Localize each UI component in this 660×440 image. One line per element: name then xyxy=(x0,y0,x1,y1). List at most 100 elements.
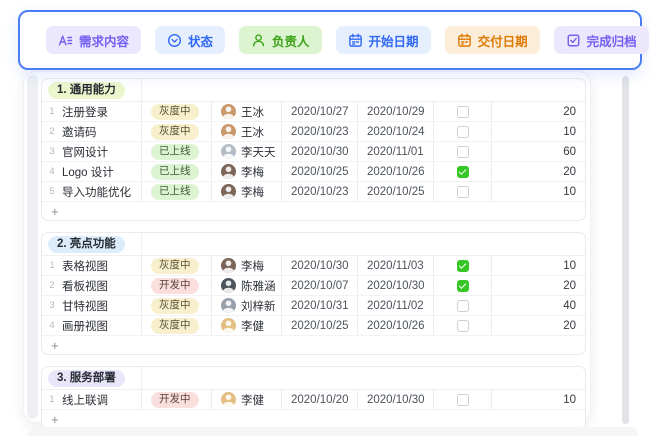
status-cell[interactable]: 灰度中 xyxy=(142,122,212,141)
group-title-pill[interactable]: 2. 亮点功能 xyxy=(48,235,125,253)
group-title-pill[interactable]: 3. 服务部署 xyxy=(48,369,125,387)
requirement-cell[interactable]: 3 官网设计 xyxy=(42,142,142,161)
archive-cell[interactable] xyxy=(434,316,492,335)
status-cell[interactable]: 已上线 xyxy=(142,182,212,201)
archive-checkbox[interactable] xyxy=(456,105,469,118)
end-date-cell[interactable]: 2020/11/01 xyxy=(358,142,434,161)
owner-cell[interactable]: 李健 xyxy=(212,316,282,335)
owner-cell[interactable]: 李梅 xyxy=(212,256,282,275)
days-cell[interactable]: 40 xyxy=(492,296,585,315)
status-cell[interactable]: 灰度中 xyxy=(142,296,212,315)
days-cell[interactable]: 20 xyxy=(492,276,585,295)
vertical-scrollbar[interactable] xyxy=(622,76,629,424)
start-date-cell[interactable]: 2020/10/30 xyxy=(282,142,358,161)
requirement-cell[interactable]: 2 邀请码 xyxy=(42,122,142,141)
days-cell[interactable]: 20 xyxy=(492,162,585,181)
field-chip[interactable]: 负责人 xyxy=(239,26,322,54)
start-date-cell[interactable]: 2020/10/07 xyxy=(282,276,358,295)
archive-cell[interactable] xyxy=(434,182,492,201)
start-date-cell[interactable]: 2020/10/23 xyxy=(282,182,358,201)
requirement-cell[interactable]: 1 表格视图 xyxy=(42,256,142,275)
days-cell[interactable]: 10 xyxy=(492,390,585,409)
requirement-cell[interactable]: 5 导入功能优化 xyxy=(42,182,142,201)
table-row: 4 Logo 设计 已上线 李梅 2020/10/25 2020/10/26 2… xyxy=(42,162,585,182)
end-date-cell[interactable]: 2020/10/24 xyxy=(358,122,434,141)
archive-checkbox[interactable] xyxy=(456,299,469,312)
requirement-cell[interactable]: 4 画册视图 xyxy=(42,316,142,335)
archive-cell[interactable] xyxy=(434,142,492,161)
days-cell[interactable]: 10 xyxy=(492,256,585,275)
end-date-cell[interactable]: 2020/11/02 xyxy=(358,296,434,315)
status-cell[interactable]: 开发中 xyxy=(142,276,212,295)
archive-checkbox[interactable] xyxy=(456,393,469,406)
add-row-button[interactable]: + xyxy=(42,410,585,428)
field-chip-label: 开始日期 xyxy=(368,34,419,49)
status-cell[interactable]: 已上线 xyxy=(142,162,212,181)
owner-cell[interactable]: 李健 xyxy=(212,390,282,409)
add-row-button[interactable]: + xyxy=(42,336,585,354)
end-date-cell[interactable]: 2020/10/25 xyxy=(358,182,434,201)
requirement-text: 甘特视图 xyxy=(62,300,108,313)
status-cell[interactable]: 灰度中 xyxy=(142,102,212,121)
requirement-cell[interactable]: 4 Logo 设计 xyxy=(42,162,142,181)
days-cell[interactable]: 10 xyxy=(492,182,585,201)
left-scrollbar[interactable] xyxy=(27,75,38,419)
archive-checkbox[interactable] xyxy=(456,279,469,292)
add-row-button[interactable]: + xyxy=(42,202,585,220)
start-date-cell[interactable]: 2020/10/30 xyxy=(282,256,358,275)
days-cell[interactable]: 20 xyxy=(492,316,585,335)
start-date-cell[interactable]: 2020/10/27 xyxy=(282,102,358,121)
field-chip[interactable]: 交付日期 xyxy=(444,26,540,54)
archive-cell[interactable] xyxy=(434,390,492,409)
requirement-cell[interactable]: 1 注册登录 xyxy=(42,102,142,121)
field-chip[interactable]: 完成归档 xyxy=(553,26,649,54)
archive-cell[interactable] xyxy=(434,102,492,121)
end-date-cell[interactable]: 2020/10/30 xyxy=(358,390,434,409)
owner-cell[interactable]: 李梅 xyxy=(212,162,282,181)
archive-cell[interactable] xyxy=(434,276,492,295)
requirement-cell[interactable]: 3 甘特视图 xyxy=(42,296,142,315)
start-date-cell[interactable]: 2020/10/23 xyxy=(282,122,358,141)
archive-cell[interactable] xyxy=(434,256,492,275)
archive-checkbox[interactable] xyxy=(456,125,469,138)
days-cell[interactable]: 60 xyxy=(492,142,585,161)
archive-checkbox[interactable] xyxy=(456,145,469,158)
owner-cell[interactable]: 李天天 xyxy=(212,142,282,161)
end-date-cell[interactable]: 2020/10/26 xyxy=(358,316,434,335)
start-date-cell[interactable]: 2020/10/25 xyxy=(282,316,358,335)
status-cell[interactable]: 灰度中 xyxy=(142,256,212,275)
end-date-cell[interactable]: 2020/10/29 xyxy=(358,102,434,121)
days-cell[interactable]: 10 xyxy=(492,122,585,141)
owner-cell[interactable]: 王冰 xyxy=(212,102,282,121)
archive-checkbox[interactable] xyxy=(456,185,469,198)
owner-cell[interactable]: 王冰 xyxy=(212,122,282,141)
archive-checkbox[interactable] xyxy=(456,165,469,178)
end-date-cell[interactable]: 2020/10/30 xyxy=(358,276,434,295)
owner-cell[interactable]: 李梅 xyxy=(212,182,282,201)
archive-cell[interactable] xyxy=(434,122,492,141)
field-chip[interactable]: 需求内容 xyxy=(46,26,142,54)
owner-cell[interactable]: 陈雅涵 xyxy=(212,276,282,295)
start-date-cell[interactable]: 2020/10/25 xyxy=(282,162,358,181)
calendar-icon xyxy=(457,33,472,48)
days-cell[interactable]: 20 xyxy=(492,102,585,121)
start-date-cell[interactable]: 2020/10/31 xyxy=(282,296,358,315)
end-date-cell[interactable]: 2020/11/03 xyxy=(358,256,434,275)
archive-cell[interactable] xyxy=(434,162,492,181)
group-title-pill[interactable]: 1. 通用能力 xyxy=(48,81,125,99)
start-date-cell[interactable]: 2020/10/20 xyxy=(282,390,358,409)
archive-cell[interactable] xyxy=(434,296,492,315)
table-row: 4 画册视图 灰度中 李健 2020/10/25 2020/10/26 20 xyxy=(42,316,585,336)
requirement-cell[interactable]: 1 线上联调 xyxy=(42,390,142,409)
field-chip[interactable]: 开始日期 xyxy=(335,26,431,54)
end-date-cell[interactable]: 2020/10/26 xyxy=(358,162,434,181)
status-cell[interactable]: 开发中 xyxy=(142,390,212,409)
archive-checkbox[interactable] xyxy=(456,319,469,332)
field-chip[interactable]: 状态 xyxy=(155,26,226,54)
group-section: 1. 通用能力 1 注册登录 灰度中 王冰 2020/10/27 2020/10… xyxy=(41,78,586,221)
owner-cell[interactable]: 刘梓新 xyxy=(212,296,282,315)
status-cell[interactable]: 已上线 xyxy=(142,142,212,161)
status-cell[interactable]: 灰度中 xyxy=(142,316,212,335)
archive-checkbox[interactable] xyxy=(456,259,469,272)
requirement-cell[interactable]: 2 看板视图 xyxy=(42,276,142,295)
